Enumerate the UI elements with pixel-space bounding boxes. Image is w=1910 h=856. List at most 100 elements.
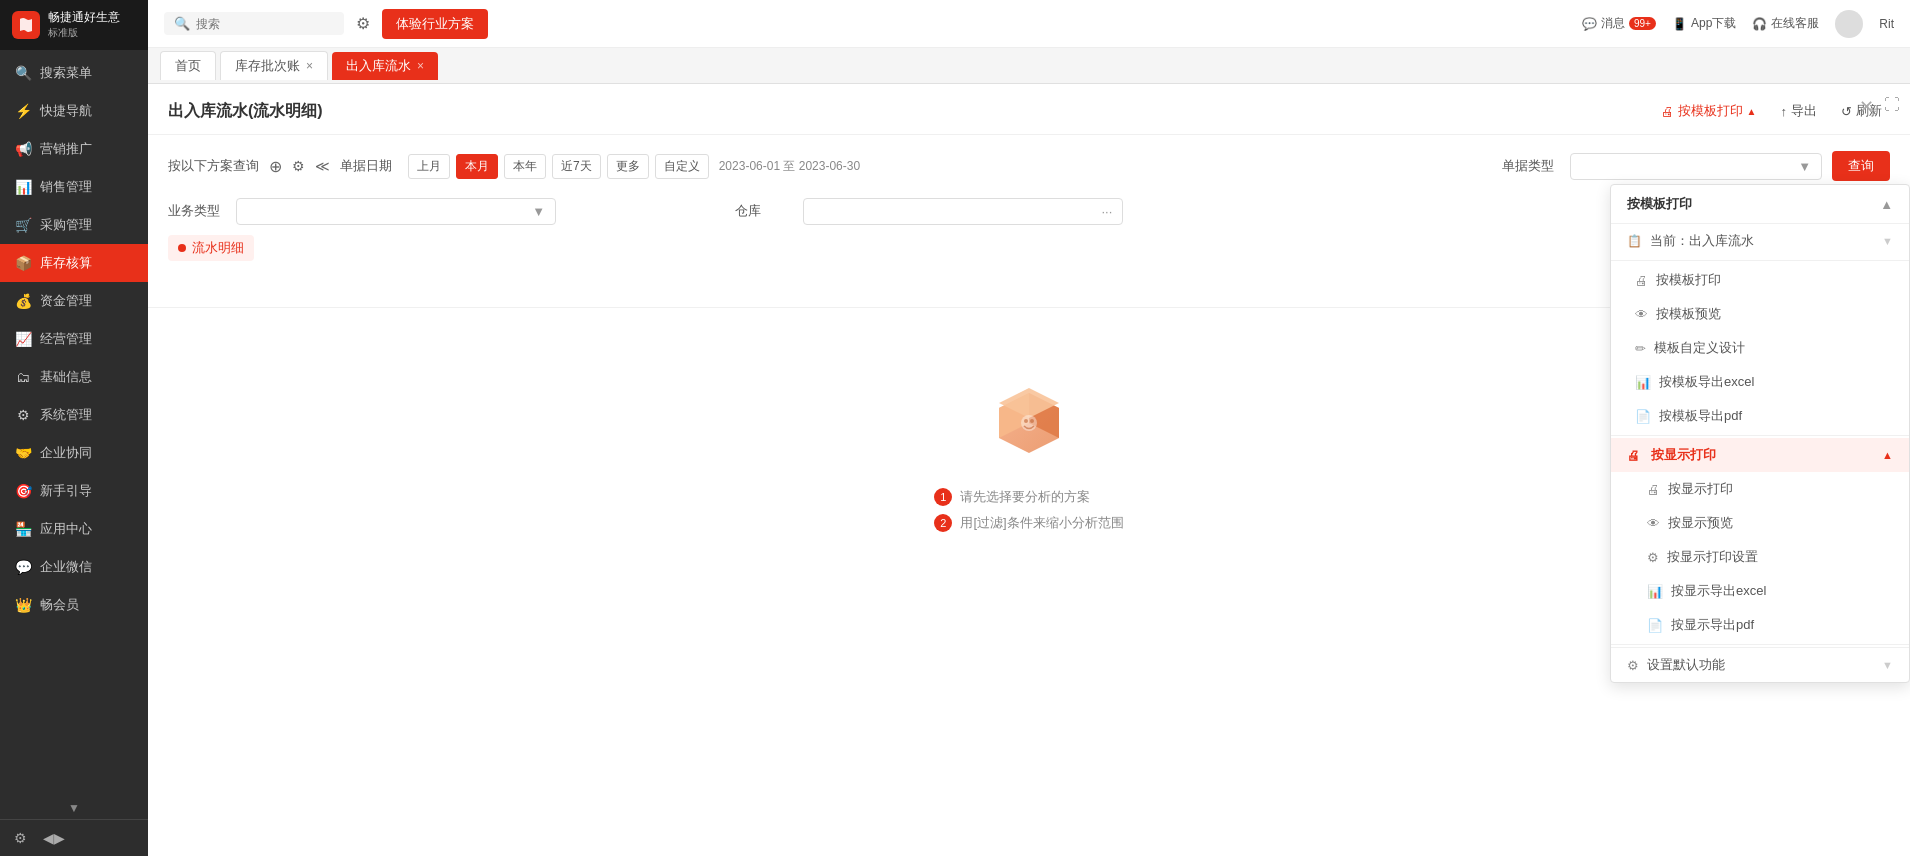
query-button[interactable]: 查询 [1832,151,1890,181]
tab-home[interactable]: 首页 [160,51,216,80]
printer-icon: 🖨 [1661,104,1674,119]
date-btn-custom[interactable]: 自定义 [655,154,709,179]
user-avatar [1835,10,1863,38]
search-input[interactable] [196,17,326,31]
sidebar-item-search[interactable]: 🔍 搜索菜单 [0,54,148,92]
dropdown-item-display-excel[interactable]: 📊 按显示导出excel [1611,574,1909,608]
svg-point-5 [1024,419,1028,423]
sidebar-item-basic[interactable]: 🗂 基础信息 [0,358,148,396]
member-icon: 👑 [14,597,32,613]
sidebar-item-quicknav[interactable]: ⚡ 快捷导航 [0,92,148,130]
display-excel-icon: 📊 [1647,584,1663,599]
divider-3 [1611,644,1909,645]
tab-flow[interactable]: 出入库流水 × [332,52,438,80]
date-btn-lastmonth[interactable]: 上月 [408,154,450,179]
dropdown-item-template-custom[interactable]: ✏ 模板自定义设计 [1611,331,1909,365]
sidebar-item-operation[interactable]: 📈 经营管理 [0,320,148,358]
voucher-type-select[interactable]: ▼ [1570,153,1822,180]
sidebar-item-inventory[interactable]: 📦 库存核算 [0,244,148,282]
dropdown-item-display-pdf[interactable]: 📄 按显示导出pdf [1611,608,1909,642]
sidebar-item-appstore[interactable]: 🏪 应用中心 [0,510,148,548]
logo: 畅捷通好生意 标准版 [0,0,148,50]
dropdown-item-display-print[interactable]: 🖨 按显示打印 [1611,472,1909,506]
sidebar-item-purchase[interactable]: 🛒 采购管理 [0,206,148,244]
display-excel-label: 按显示导出excel [1671,582,1766,600]
page-header-buttons: 🖨 按模板打印 ▲ ↑ 导出 ↺ 刷新 [1653,98,1890,124]
dropdown-item-display-preview[interactable]: 👁 按显示预览 [1611,506,1909,540]
export-button[interactable]: ↑ 导出 [1773,98,1826,124]
warehouse-field: 仓库 ··· [735,198,1262,225]
template-pdf-label: 按模板导出pdf [1659,407,1742,425]
export-icon: ↑ [1781,104,1788,119]
divider-2 [1611,435,1909,436]
window-maximize-button[interactable]: ⛶ [1884,96,1900,114]
empty-tips: 1 请先选择要分析的方案 2 用[过滤]条件来缩小分析范围 [934,488,1123,532]
warehouse-label: 仓库 [735,202,795,220]
current-icon: 📋 [1627,234,1642,248]
filter-add-icon[interactable]: ⊕ [269,157,282,176]
tab-flow-close[interactable]: × [417,59,424,73]
filter-gear-icon[interactable]: ⚙ [292,158,305,174]
collapse-footer-icon[interactable]: ◀▶ [43,830,65,846]
display-group-chevron: ▲ [1882,449,1893,461]
tab-batch-close[interactable]: × [306,59,313,73]
filter-tag: 流水明细 [168,235,254,261]
settings-footer-icon[interactable]: ⚙ [14,830,27,846]
filter-label: 按以下方案查询 [168,157,259,175]
scroll-down-arrow[interactable]: ▼ [68,801,80,815]
warehouse-select[interactable]: ··· [803,198,1123,225]
date-btn-more[interactable]: 更多 [607,154,649,179]
sidebar: 畅捷通好生意 标准版 🔍 搜索菜单 ⚡ 快捷导航 📢 营销推广 📊 销售管理 🛒… [0,0,148,856]
date-btn-thisyear[interactable]: 本年 [504,154,546,179]
sidebar-item-sales[interactable]: 📊 销售管理 [0,168,148,206]
dropdown-item-template-excel[interactable]: 📊 按模板导出excel [1611,365,1909,399]
filter-collapse-icon[interactable]: ≪ [315,158,330,174]
tip-num-1: 1 [934,488,952,506]
content-wrapper: ✕ ⛶ 出入库流水(流水明细) 🖨 按模板打印 ▲ ↑ 导出 ↺ [148,84,1910,856]
dropdown-item-display-settings[interactable]: ⚙ 按显示打印设置 [1611,540,1909,574]
dropdown-footer[interactable]: ⚙ 设置默认功能 ▼ [1611,647,1909,682]
sidebar-item-collab[interactable]: 🤝 企业协同 [0,434,148,472]
topbar-gear-icon[interactable]: ⚙ [356,14,370,33]
sidebar-item-member[interactable]: 👑 畅会员 [0,586,148,624]
filter-tag-label: 流水明细 [192,239,244,257]
filter-toolbar: 按以下方案查询 ⊕ ⚙ ≪ 单据日期 上月 本月 本年 近7天 [168,151,1890,181]
sidebar-item-guide[interactable]: 🎯 新手引导 [0,472,148,510]
content-area: ✕ ⛶ 出入库流水(流水明细) 🖨 按模板打印 ▲ ↑ 导出 ↺ [148,84,1910,856]
sidebar-item-marketing[interactable]: 📢 营销推广 [0,130,148,168]
tab-batch[interactable]: 库存批次账 × [220,51,328,80]
industry-solution-button[interactable]: 体验行业方案 [382,9,488,39]
dropdown-item-template-pdf[interactable]: 📄 按模板导出pdf [1611,399,1909,433]
template-print-icon: 🖨 [1635,273,1648,288]
dropdown-item-template-preview[interactable]: 👁 按模板预览 [1611,297,1909,331]
date-btn-thismonth[interactable]: 本月 [456,154,498,179]
sidebar-item-finance[interactable]: 💰 资金管理 [0,282,148,320]
display-preview-icon: 👁 [1647,516,1660,531]
page-title: 出入库流水(流水明细) [168,101,323,122]
template-preview-icon: 👁 [1635,307,1648,322]
sidebar-item-wechat[interactable]: 💬 企业微信 [0,548,148,586]
wechat-icon: 💬 [14,559,32,575]
purchase-icon: 🛒 [14,217,32,233]
sidebar-item-system[interactable]: ⚙ 系统管理 [0,396,148,434]
topbar-message[interactable]: 💬 消息 99+ [1582,15,1656,32]
window-close-button[interactable]: ✕ [1859,96,1874,118]
sidebar-menu: 🔍 搜索菜单 ⚡ 快捷导航 📢 营销推广 📊 销售管理 🛒 采购管理 📦 库存核… [0,50,148,797]
topbar-online-service[interactable]: 🎧 在线客服 [1752,15,1819,32]
dropdown-item-template-print[interactable]: 🖨 按模板打印 [1611,263,1909,297]
headset-icon: 🎧 [1752,17,1767,31]
dropdown-current[interactable]: 📋 当前：出入库流水 ▼ [1611,224,1909,258]
display-print-group-icon: 🖨 [1627,448,1643,463]
dropdown-display-print-group[interactable]: 🖨 按显示打印 ▲ [1611,438,1909,472]
dropdown-chevron-up[interactable]: ▲ [1880,197,1893,212]
topbar-app-download[interactable]: 📱 App下载 [1672,15,1736,32]
empty-tip-1: 1 请先选择要分析的方案 [934,488,1123,506]
business-type-label: 业务类型 [168,202,228,220]
date-btn-7days[interactable]: 近7天 [552,154,601,179]
topbar: 🔍 ⚙ 体验行业方案 💬 消息 99+ 📱 App下载 🎧 在线客服 Rit [148,0,1910,48]
print-template-button[interactable]: 🖨 按模板打印 ▲ [1653,98,1765,124]
business-type-select[interactable]: ▼ [236,198,556,225]
message-icon: 💬 [1582,17,1597,31]
topbar-search-box: 🔍 [164,12,344,35]
date-filter-options: 上月 本月 本年 近7天 更多 自定义 2023-06-01 至 2023-06… [408,154,1482,179]
